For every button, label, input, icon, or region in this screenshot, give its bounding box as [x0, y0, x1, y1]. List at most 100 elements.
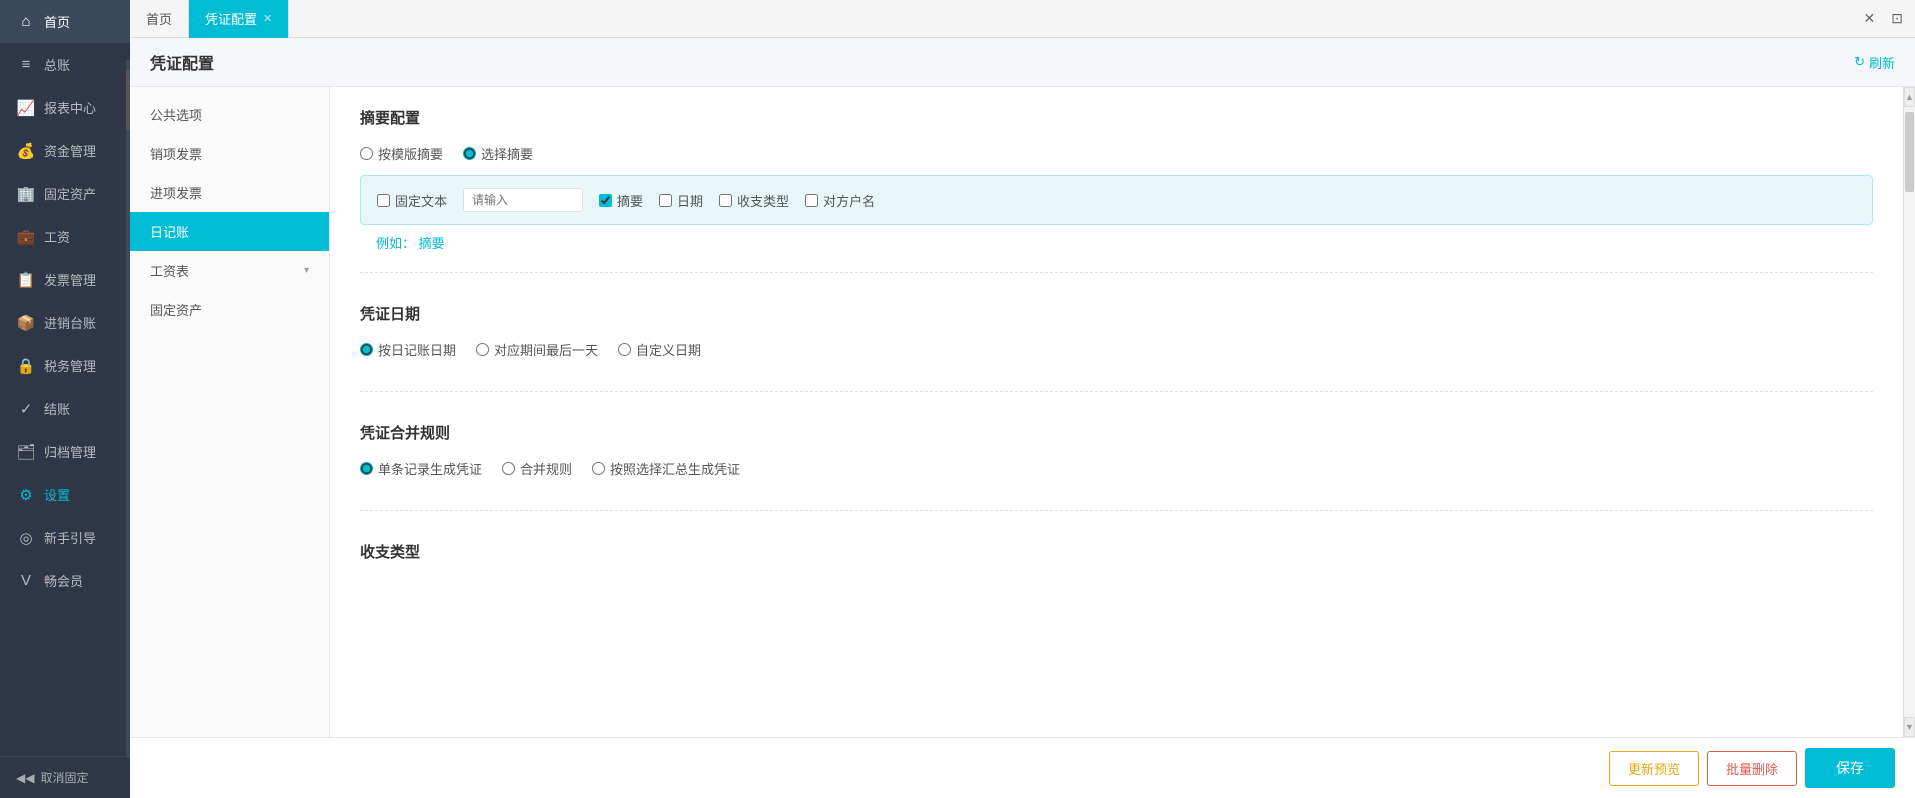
- left-nav-item-purchase-invoice[interactable]: 进项发票: [130, 173, 329, 212]
- sidebar-label-guide: 新手引导: [44, 528, 96, 547]
- radio-single-record-input[interactable]: [360, 462, 373, 475]
- sidebar-item-fund[interactable]: 💰 资金管理: [0, 129, 130, 172]
- sidebar-label-invoice: 发票管理: [44, 270, 96, 289]
- closing-icon: ✓: [16, 400, 36, 418]
- refresh-button[interactable]: ↻ 刷新: [1854, 53, 1895, 72]
- sidebar-label-asset: 固定资产: [44, 184, 96, 203]
- sidebar-item-settings[interactable]: ⚙ 设置: [0, 473, 130, 516]
- merge-section: 凭证合并规则 单条记录生成凭证 合并规则 按照选择汇总生成凭证: [360, 422, 1873, 511]
- refresh-label: 刷新: [1869, 53, 1895, 72]
- save-button[interactable]: 保存: [1805, 748, 1895, 788]
- left-nav-item-public[interactable]: 公共选项: [130, 95, 329, 134]
- sidebar-label-closing: 结账: [44, 399, 70, 418]
- tab-home[interactable]: 首页: [130, 0, 189, 38]
- sidebar-unpin-button[interactable]: ◀◀ 取消固定: [0, 756, 130, 798]
- chevron-down-icon: ▾: [304, 265, 309, 276]
- sidebar: ⌂ 首页 ≡ 总账 📈 报表中心 💰 资金管理 🏢 固定资产 💼 工资 📋 发票…: [0, 0, 130, 798]
- checkbox-income-type[interactable]: 收支类型: [719, 191, 789, 210]
- checkbox-abstract[interactable]: 摘要: [599, 191, 643, 210]
- window-resize-button[interactable]: ⊡: [1887, 6, 1907, 31]
- tab-bar: 首页 凭证配置 ✕ ✕ ⊡: [130, 0, 1915, 38]
- scrollbar-up-button[interactable]: ▲: [1904, 87, 1915, 107]
- left-nav-item-fixed-asset[interactable]: 固定资产: [130, 290, 329, 329]
- sidebar-item-trade[interactable]: 📦 进销台账: [0, 301, 130, 344]
- guide-icon: ◎: [16, 529, 36, 547]
- left-nav-item-payroll[interactable]: 工资表 ▾: [130, 251, 329, 290]
- tab-voucher[interactable]: 凭证配置 ✕: [189, 0, 289, 38]
- sidebar-item-invoice[interactable]: 📋 发票管理: [0, 258, 130, 301]
- scrollbar-down-button[interactable]: ▼: [1904, 717, 1915, 737]
- sidebar-item-home[interactable]: ⌂ 首页: [0, 0, 130, 43]
- sidebar-label-vip: 畅会员: [44, 571, 83, 590]
- asset-icon: 🏢: [16, 185, 36, 203]
- radio-select-summary-input[interactable]: [463, 147, 476, 160]
- window-close-button[interactable]: ✕: [1860, 6, 1880, 31]
- page-header: 凭证配置 ↻ 刷新: [130, 38, 1915, 87]
- summary-section: 摘要配置 按模版摘要 选择摘要: [360, 107, 1873, 273]
- checkbox-fixed-text[interactable]: 固定文本: [377, 191, 447, 210]
- sidebar-label-archive: 归档管理: [44, 442, 96, 461]
- radio-journal-date-input[interactable]: [360, 343, 373, 356]
- vip-icon: V: [16, 572, 36, 589]
- main-scrollbar: ▲ ▼: [1903, 87, 1915, 737]
- tab-bar-actions: ✕ ⊡: [1860, 6, 1915, 31]
- sidebar-item-archive[interactable]: 🗂 归档管理: [0, 430, 130, 473]
- radio-summary-generate-input[interactable]: [592, 462, 605, 475]
- left-nav-item-journal[interactable]: 日记账: [130, 212, 329, 251]
- checkbox-abstract-input[interactable]: [599, 194, 612, 207]
- checkbox-counterparty-input[interactable]: [805, 194, 818, 207]
- date-options-row: 按日记账日期 对应期间最后一天 自定义日期: [360, 340, 1873, 359]
- radio-last-day[interactable]: 对应期间最后一天: [476, 340, 598, 359]
- radio-single-record[interactable]: 单条记录生成凭证: [360, 459, 482, 478]
- checkbox-income-type-input[interactable]: [719, 194, 732, 207]
- main-area: 首页 凭证配置 ✕ ✕ ⊡ 凭证配置 ↻ 刷新 公共选项 销项发票: [130, 0, 1915, 798]
- checkbox-date[interactable]: 日期: [659, 191, 703, 210]
- radio-merge-rules[interactable]: 合并规则: [502, 459, 572, 478]
- tab-voucher-close[interactable]: ✕: [263, 12, 272, 25]
- trade-icon: 📦: [16, 314, 36, 332]
- ledger-icon: ≡: [16, 56, 36, 73]
- right-content: 摘要配置 按模版摘要 选择摘要: [330, 87, 1903, 737]
- unpin-icon: ◀◀: [16, 771, 34, 785]
- sidebar-item-report[interactable]: 📈 报表中心: [0, 86, 130, 129]
- radio-last-day-input[interactable]: [476, 343, 489, 356]
- radio-template-summary[interactable]: 按模版摘要: [360, 144, 443, 163]
- fixed-text-input[interactable]: [463, 188, 583, 212]
- radio-summary-generate[interactable]: 按照选择汇总生成凭证: [592, 459, 740, 478]
- income-type-section-title: 收支类型: [360, 541, 1873, 562]
- content-area: 公共选项 销项发票 进项发票 日记账 工资表 ▾ 固定资产: [130, 87, 1915, 737]
- sidebar-label-settings: 设置: [44, 485, 70, 504]
- sidebar-item-guide[interactable]: ◎ 新手引导: [0, 516, 130, 559]
- archive-icon: 🗂: [16, 443, 36, 461]
- update-preview-button[interactable]: 更新预览: [1609, 751, 1699, 786]
- merge-options-row: 单条记录生成凭证 合并规则 按照选择汇总生成凭证: [360, 459, 1873, 478]
- sidebar-item-salary[interactable]: 💼 工资: [0, 215, 130, 258]
- sidebar-item-asset[interactable]: 🏢 固定资产: [0, 172, 130, 215]
- radio-template-summary-input[interactable]: [360, 147, 373, 160]
- page-title: 凭证配置: [150, 50, 214, 74]
- fund-icon: 💰: [16, 142, 36, 160]
- batch-delete-button[interactable]: 批量删除: [1707, 751, 1797, 786]
- summary-section-title: 摘要配置: [360, 107, 1873, 128]
- home-icon: ⌂: [16, 13, 36, 30]
- sidebar-scrollbar: [126, 60, 130, 758]
- radio-custom-date[interactable]: 自定义日期: [618, 340, 701, 359]
- left-nav-item-sales-invoice[interactable]: 销项发票: [130, 134, 329, 173]
- sidebar-item-closing[interactable]: ✓ 结账: [0, 387, 130, 430]
- checkbox-fixed-text-input[interactable]: [377, 194, 390, 207]
- invoice-icon: 📋: [16, 271, 36, 289]
- radio-select-summary[interactable]: 选择摘要: [463, 144, 533, 163]
- tax-icon: 🔒: [16, 357, 36, 375]
- checkbox-date-input[interactable]: [659, 194, 672, 207]
- radio-custom-date-input[interactable]: [618, 343, 631, 356]
- scrollbar-thumb[interactable]: [1905, 112, 1914, 192]
- date-section-title: 凭证日期: [360, 303, 1873, 324]
- radio-journal-date[interactable]: 按日记账日期: [360, 340, 456, 359]
- sidebar-item-tax[interactable]: 🔒 税务管理: [0, 344, 130, 387]
- checkbox-counterparty[interactable]: 对方户名: [805, 191, 875, 210]
- radio-merge-rules-input[interactable]: [502, 462, 515, 475]
- scrollbar-track[interactable]: [1904, 107, 1915, 717]
- sidebar-item-vip[interactable]: V 畅会员: [0, 559, 130, 602]
- sidebar-label-tax: 税务管理: [44, 356, 96, 375]
- sidebar-item-ledger[interactable]: ≡ 总账: [0, 43, 130, 86]
